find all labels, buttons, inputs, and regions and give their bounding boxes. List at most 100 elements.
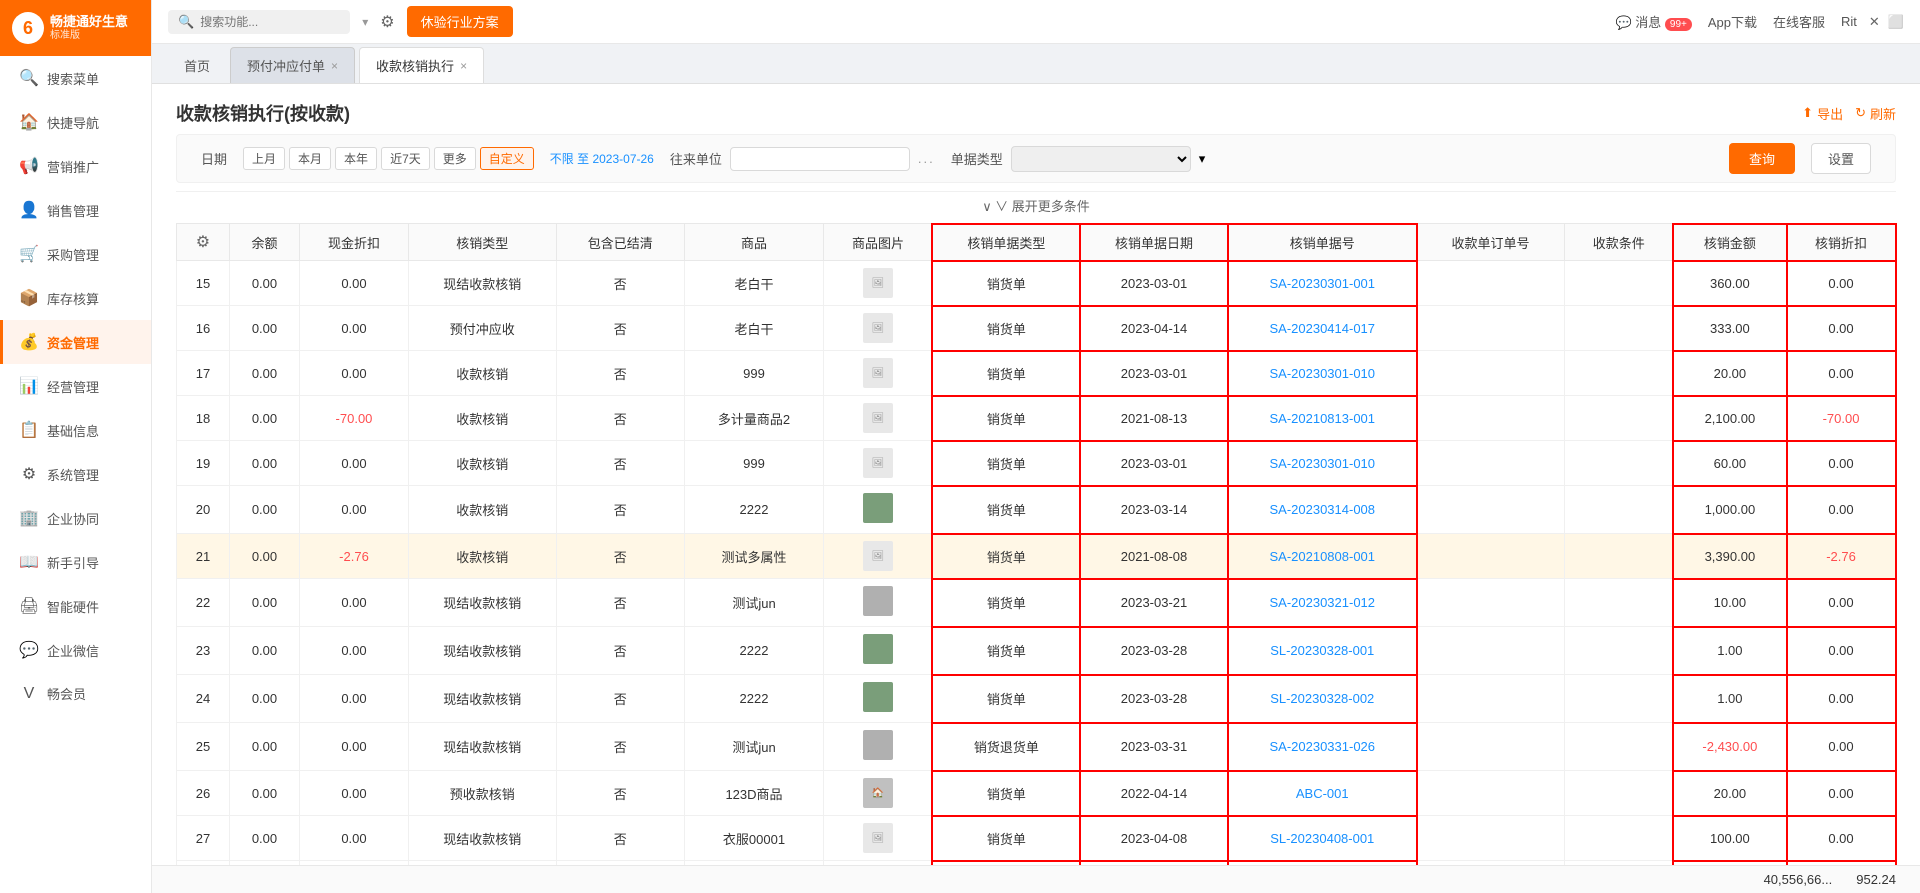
doc-no-link[interactable]: SL-20230408-001 xyxy=(1270,831,1374,846)
row-goods: 多计量商品2 xyxy=(684,396,823,441)
gear-col-icon[interactable]: ⚙ xyxy=(196,234,210,251)
row-goods: 老白干 xyxy=(684,306,823,351)
app-edition: 标准版 xyxy=(50,30,128,42)
topbar-search[interactable]: 🔍 xyxy=(168,10,350,34)
row-condition xyxy=(1564,771,1673,816)
doc-no-link[interactable]: SA-20230321-012 xyxy=(1269,595,1375,610)
row-condition xyxy=(1564,627,1673,675)
industry-solution-button[interactable]: 休验行业方案 xyxy=(407,6,513,37)
guide-icon: 📖 xyxy=(19,552,39,572)
tab-2[interactable]: 收款核销执行× xyxy=(359,47,484,83)
doc-type-select[interactable] xyxy=(1011,146,1191,172)
doc-no-link[interactable]: SA-20210813-001 xyxy=(1269,411,1375,426)
maximize-window-icon[interactable]: ⬜ xyxy=(1888,14,1904,30)
user-name[interactable]: Rit xyxy=(1841,14,1857,29)
row-doc-no: SA-20230314-008 xyxy=(1228,486,1417,534)
tab-1[interactable]: 预付冲应付单× xyxy=(230,47,355,83)
sidebar-item-marketing[interactable]: 📢 营销推广 xyxy=(0,144,151,188)
export-button[interactable]: ⬆ 导出 xyxy=(1802,104,1843,123)
doc-no-link[interactable]: ABC-001 xyxy=(1296,786,1349,801)
sidebar-item-operation[interactable]: 📊 经营管理 xyxy=(0,364,151,408)
row-balance: 0.00 xyxy=(229,675,299,723)
doc-no-link[interactable]: SA-20230301-001 xyxy=(1269,276,1375,291)
row-order-no xyxy=(1417,351,1565,396)
row-img: 🖼 xyxy=(824,306,933,351)
topbar-search-input[interactable] xyxy=(200,15,340,29)
row-amount: 60.00 xyxy=(1673,441,1786,486)
notification-badge: 99+ xyxy=(1665,18,1692,31)
logo-icon: 6 xyxy=(12,12,44,44)
sidebar-item-purchase[interactable]: 🛒 采购管理 xyxy=(0,232,151,276)
sidebar-item-corp[interactable]: 🏢 企业协同 xyxy=(0,496,151,540)
counterpart-input[interactable] xyxy=(730,147,910,171)
more-btn[interactable]: 更多 xyxy=(434,147,476,170)
sidebar-item-system[interactable]: ⚙ 系统管理 xyxy=(0,452,151,496)
doc-no-link[interactable]: SA-20230314-008 xyxy=(1269,502,1375,517)
doc-no-link[interactable]: SA-20230301-010 xyxy=(1269,366,1375,381)
row-settled: 否 xyxy=(556,486,684,534)
row-doc-date: 2021-08-08 xyxy=(1080,534,1228,579)
sidebar-item-guide[interactable]: 📖 新手引导 xyxy=(0,540,151,584)
row-goods: 2222 xyxy=(684,627,823,675)
sidebar-item-label-hardware: 智能硬件 xyxy=(47,597,99,616)
row-discount: 0.00 xyxy=(300,723,409,771)
doc-no-link[interactable]: SA-20210808-001 xyxy=(1269,549,1375,564)
table-row: 19 0.00 0.00 收款核销 否 999 🖼 销货单 2023-03-01… xyxy=(177,441,1896,486)
sidebar-item-nav[interactable]: 🏠 快捷导航 xyxy=(0,100,151,144)
sidebar-item-basic[interactable]: 📋 基础信息 xyxy=(0,408,151,452)
expand-icon: ∨ xyxy=(982,199,992,214)
last-month-btn[interactable]: 上月 xyxy=(243,147,285,170)
refresh-button[interactable]: ↻ 刷新 xyxy=(1855,104,1896,123)
row-img: 🖼 xyxy=(824,261,933,306)
this-month-btn[interactable]: 本月 xyxy=(289,147,331,170)
sidebar-item-label-purchase: 采购管理 xyxy=(47,245,99,264)
export-icon: ⬆ xyxy=(1802,105,1813,121)
setting-button[interactable]: 设置 xyxy=(1811,143,1871,174)
row-settled: 否 xyxy=(556,816,684,861)
settings-gear-icon[interactable]: ⚙ xyxy=(380,12,394,32)
this-year-btn[interactable]: 本年 xyxy=(335,147,377,170)
doc-no-link[interactable]: SL-20230328-002 xyxy=(1270,691,1374,706)
row-discount: 0.00 xyxy=(300,675,409,723)
row-settled: 否 xyxy=(556,771,684,816)
app-download-link[interactable]: App下载 xyxy=(1708,12,1757,31)
row-goods: 123D商品 xyxy=(684,771,823,816)
expand-filter-bar[interactable]: ∨ ∨ 展开更多条件 xyxy=(176,191,1896,219)
sidebar-item-wechat[interactable]: 💬 企业微信 xyxy=(0,628,151,672)
sidebar-item-search[interactable]: 🔍 搜索菜单 xyxy=(0,56,151,100)
table-row: 27 0.00 0.00 现结收款核销 否 衣服00001 🖼 销货单 2023… xyxy=(177,816,1896,861)
dropdown-chevron-icon[interactable]: ▾ xyxy=(362,15,368,29)
doc-no-link[interactable]: SL-20230328-001 xyxy=(1270,643,1374,658)
query-button[interactable]: 查询 xyxy=(1729,143,1795,174)
row-doc-date: 2023-03-31 xyxy=(1080,723,1228,771)
row-doc-no: ABC-001 xyxy=(1228,771,1417,816)
close-window-icon[interactable]: ✕ xyxy=(1869,14,1880,30)
table-row: 20 0.00 0.00 收款核销 否 2222 销货单 2023-03-14 … xyxy=(177,486,1896,534)
sidebar-item-hardware[interactable]: 🖨 智能硬件 xyxy=(0,584,151,628)
sidebar-item-member[interactable]: V 畅会员 xyxy=(0,672,151,715)
col-header-8: 核销单据日期 xyxy=(1080,224,1228,261)
sidebar-item-label-member: 畅会员 xyxy=(47,684,86,703)
sidebar-item-inventory[interactable]: 📦 库存核算 xyxy=(0,276,151,320)
tab-close-2[interactable]: × xyxy=(460,59,467,73)
custom-btn[interactable]: 自定义 xyxy=(480,147,534,170)
row-goods: 测试多属性 xyxy=(684,534,823,579)
notification-area[interactable]: 💬 消息 99+ xyxy=(1615,12,1691,31)
col-header-4: 包含已结清 xyxy=(556,224,684,261)
row-doc-date: 2023-03-28 xyxy=(1080,627,1228,675)
row-doc-no: SA-20230301-010 xyxy=(1228,351,1417,396)
online-service-link[interactable]: 在线客服 xyxy=(1773,12,1825,31)
row-id: 23 xyxy=(177,627,230,675)
tab-0[interactable]: 首页 xyxy=(168,47,226,83)
row-type: 现结收款核销 xyxy=(408,627,556,675)
doc-no-link[interactable]: SA-20230301-010 xyxy=(1269,456,1375,471)
tab-close-1[interactable]: × xyxy=(331,59,338,73)
sidebar-item-finance[interactable]: 💰 资金管理 xyxy=(0,320,151,364)
table-row: 25 0.00 0.00 现结收款核销 否 测试jun 销货退货单 2023-0… xyxy=(177,723,1896,771)
sidebar-item-sales[interactable]: 👤 销售管理 xyxy=(0,188,151,232)
finance-icon: 💰 xyxy=(19,332,39,352)
doc-no-link[interactable]: SA-20230331-026 xyxy=(1269,739,1375,754)
last-7days-btn[interactable]: 近7天 xyxy=(381,147,430,170)
doc-no-link[interactable]: SA-20230414-017 xyxy=(1269,321,1375,336)
row-amount: 3,390.00 xyxy=(1673,534,1786,579)
